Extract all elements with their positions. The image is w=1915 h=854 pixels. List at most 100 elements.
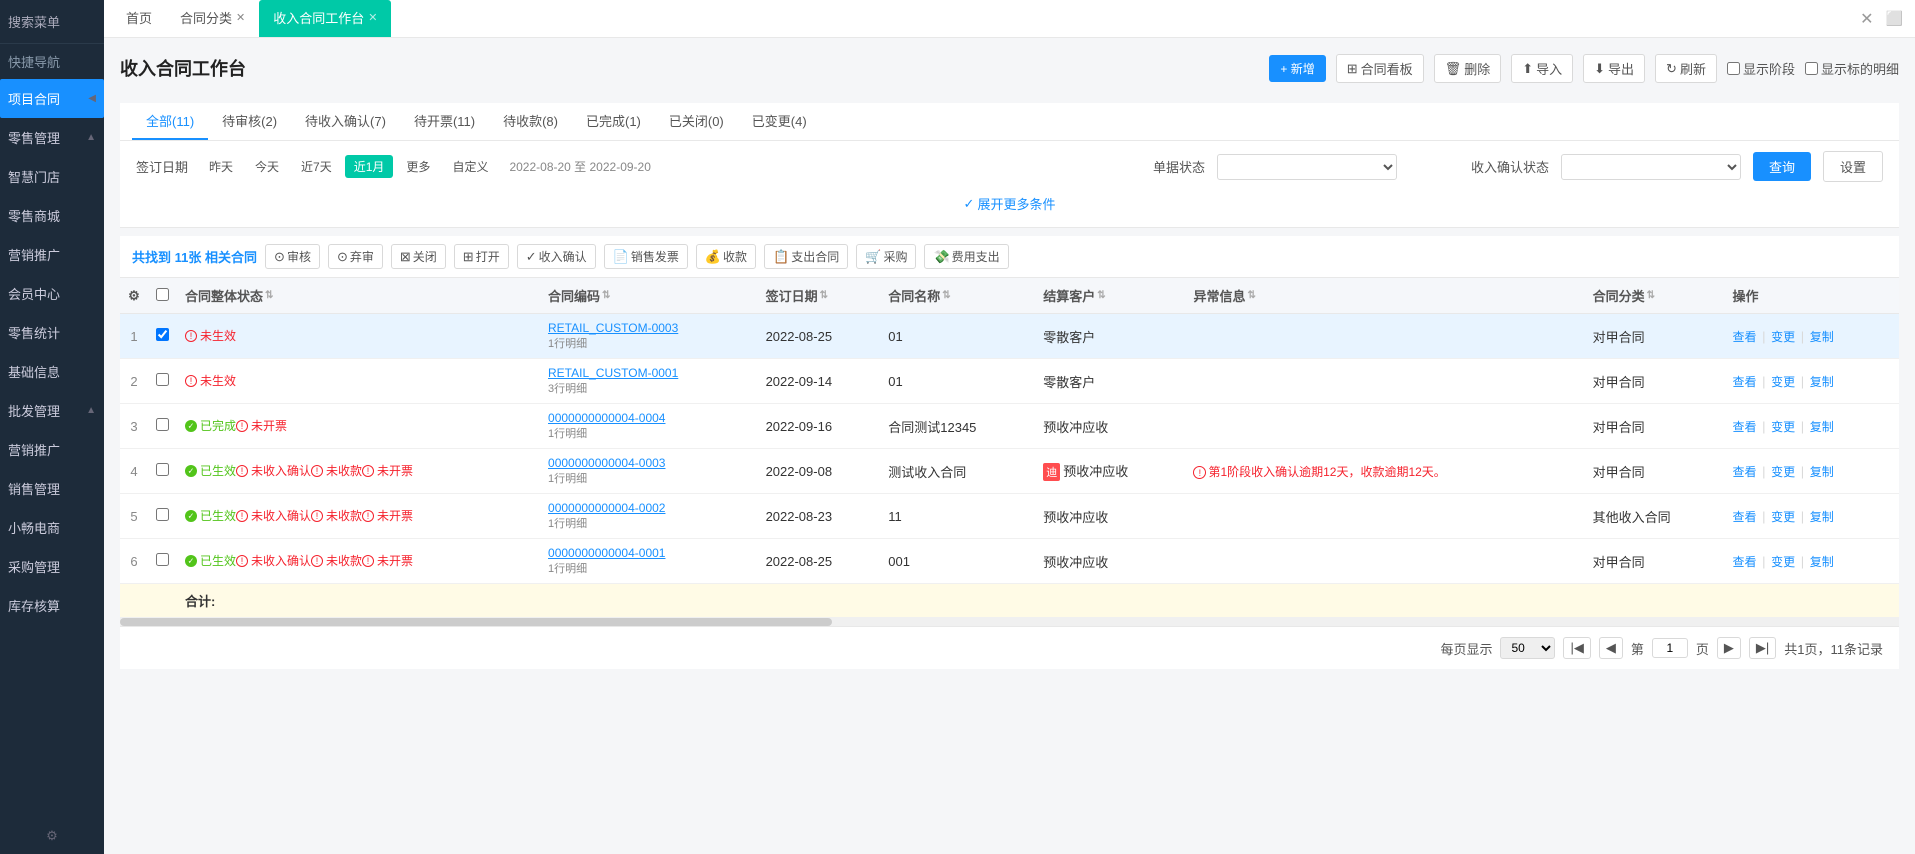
import-button[interactable]: ⬆ 导入 [1511,54,1573,83]
income-confirm-button[interactable]: ✓ 收入确认 [517,244,596,269]
abandon-review-button[interactable]: ⊙ 弃审 [328,244,383,269]
prev-page-button[interactable]: ◀ [1599,637,1623,659]
contract-board-button[interactable]: ⊞ 合同看板 [1336,54,1424,83]
horizontal-scrollbar[interactable] [120,618,1899,626]
delete-button[interactable]: 🗑 删除 [1434,54,1502,83]
edit-link[interactable]: 变更 [1771,330,1795,344]
filter-tab-all[interactable]: 全部(11) [132,103,208,140]
new-button[interactable]: + 新增 [1269,55,1325,82]
restore-window-icon[interactable]: ⬜ [1882,10,1907,27]
show-stages-checkbox[interactable]: 显示阶段 [1727,59,1795,78]
view-link[interactable]: 查看 [1732,330,1756,344]
edit-link[interactable]: 变更 [1771,420,1795,434]
row-checkbox-6[interactable] [148,539,177,584]
copy-link[interactable]: 复制 [1810,420,1834,434]
th-code[interactable]: 合同编码⇅ [540,278,758,314]
th-customer[interactable]: 结算客户⇅ [1035,278,1185,314]
edit-link[interactable]: 变更 [1771,375,1795,389]
sidebar-search[interactable]: 搜索菜单 [0,0,104,44]
sidebar-item-retail-mall[interactable]: 零售商城 [0,196,104,235]
sidebar-item-marketing-2[interactable]: 营销推广 [0,430,104,469]
filter-tab-pending-confirm[interactable]: 待收入确认(7) [291,103,400,140]
last-page-button[interactable]: ▶| [1749,637,1776,659]
sidebar-item-basic-info[interactable]: 基础信息 [0,352,104,391]
row-checkbox-1[interactable] [148,314,177,359]
th-category[interactable]: 合同分类⇅ [1585,278,1725,314]
sidebar-item-marketing[interactable]: 营销推广 [0,235,104,274]
expense-contract-button[interactable]: 📋 支出合同 [764,244,848,269]
close-all-tabs-icon[interactable]: ✕ [1852,9,1881,29]
row-code-6[interactable]: 0000000000004-0001 1行明细 [540,539,758,584]
filter-tab-pending-review[interactable]: 待审核(2) [208,103,291,140]
first-page-button[interactable]: |◀ [1563,637,1590,659]
sidebar-item-ecommerce[interactable]: 小畅电商 [0,508,104,547]
tab-home[interactable]: 首页 [112,0,166,37]
row-code-1[interactable]: RETAIL_CUSTOM-0003 1行明细 [540,314,758,359]
view-link[interactable]: 查看 [1732,420,1756,434]
row-checkbox-4[interactable] [148,449,177,494]
row-checkbox-3[interactable] [148,404,177,449]
row-code-3[interactable]: 0000000000004-0004 1行明细 [540,404,758,449]
view-link[interactable]: 查看 [1732,375,1756,389]
filter-tab-completed[interactable]: 已完成(1) [572,103,655,140]
sidebar-item-member[interactable]: 会员中心 [0,274,104,313]
expense-out-button[interactable]: 💸 费用支出 [924,244,1008,269]
copy-link[interactable]: 复制 [1810,555,1834,569]
date-chip-yesterday[interactable]: 昨天 [200,155,242,178]
sidebar-item-sales-mgmt[interactable]: 销售管理 [0,469,104,508]
edit-link[interactable]: 变更 [1771,510,1795,524]
date-chip-custom[interactable]: 自定义 [443,155,497,178]
tab-contract-category[interactable]: 合同分类 ✕ [166,0,259,37]
next-page-button[interactable]: ▶ [1717,637,1741,659]
settings-icon-th[interactable]: ⚙ [128,288,140,303]
show-details-checkbox[interactable]: 显示标的明细 [1805,59,1899,78]
open-contract-button[interactable]: ⊞ 打开 [454,244,509,269]
date-chip-more[interactable]: 更多 [397,155,439,178]
edit-link[interactable]: 变更 [1771,465,1795,479]
select-all-checkbox[interactable] [156,288,169,301]
filter-tab-pending-invoice[interactable]: 待开票(11) [400,103,489,140]
copy-link[interactable]: 复制 [1810,375,1834,389]
review-button[interactable]: ⊙ 审核 [265,244,320,269]
date-chip-today[interactable]: 今天 [246,155,288,178]
show-stages-input[interactable] [1727,62,1740,75]
expand-conditions-button[interactable]: ✓ 展开更多条件 [956,190,1064,217]
setting-button[interactable]: 设置 [1823,151,1883,182]
sidebar-item-smart-store[interactable]: 智慧门店 [0,157,104,196]
copy-link[interactable]: 复制 [1810,510,1834,524]
copy-link[interactable]: 复制 [1810,330,1834,344]
tab-close-icon[interactable]: ✕ [236,11,245,24]
sidebar-item-retail-stats[interactable]: 零售统计 [0,313,104,352]
row-checkbox-5[interactable] [148,494,177,539]
sidebar-nav[interactable]: 快捷导航 [0,44,104,79]
date-chip-1month[interactable]: 近1月 [345,155,394,178]
collect-payment-button[interactable]: 💰 收款 [696,244,756,269]
sidebar-item-inventory[interactable]: 库存核算 [0,586,104,625]
edit-link[interactable]: 变更 [1771,555,1795,569]
tab-income-contract[interactable]: 收入合同工作台 ✕ [259,0,391,37]
view-link[interactable]: 查看 [1732,555,1756,569]
sidebar-item-purchase[interactable]: 采购管理 [0,547,104,586]
settings-icon[interactable]: ⚙ [0,818,104,854]
filter-tab-pending-payment[interactable]: 待收款(8) [489,103,572,140]
export-button[interactable]: ⬇ 导出 [1583,54,1645,83]
th-date[interactable]: 签订日期⇅ [758,278,881,314]
page-size-select[interactable]: 50 10 20 100 [1500,637,1555,659]
search-button[interactable]: 查询 [1753,152,1811,181]
tab-close-active-icon[interactable]: ✕ [368,11,377,24]
th-error[interactable]: 异常信息⇅ [1185,278,1584,314]
show-details-input[interactable] [1805,62,1818,75]
view-link[interactable]: 查看 [1732,465,1756,479]
row-checkbox-2[interactable] [148,359,177,404]
filter-tab-changed[interactable]: 已变更(4) [738,103,821,140]
date-chip-7days[interactable]: 近7天 [292,155,341,178]
view-link[interactable]: 查看 [1732,510,1756,524]
close-contract-button[interactable]: ⊠ 关闭 [391,244,446,269]
page-input[interactable] [1652,638,1688,658]
copy-link[interactable]: 复制 [1810,465,1834,479]
filter-tab-closed[interactable]: 已关闭(0) [655,103,738,140]
sales-invoice-button[interactable]: 📄 销售发票 [604,244,688,269]
refresh-button[interactable]: ↻ 刷新 [1655,54,1717,83]
sidebar-item-retail-mgmt[interactable]: 零售管理 ▲ [0,118,104,157]
status-select[interactable] [1217,154,1397,180]
